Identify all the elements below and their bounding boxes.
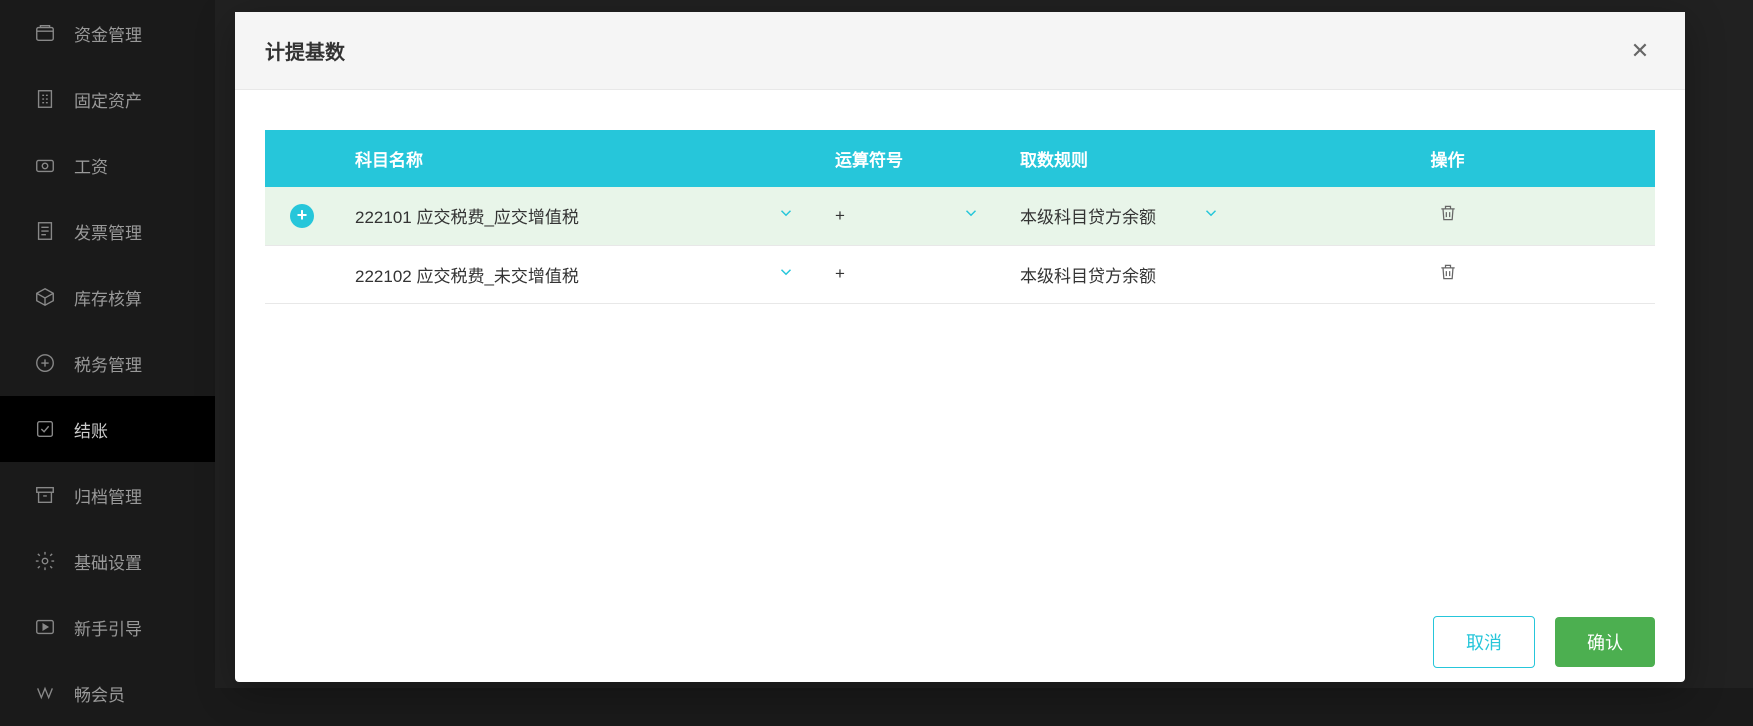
cell-operator[interactable]: + xyxy=(815,187,1000,245)
sidebar-item-invoice[interactable]: 发票管理 xyxy=(0,198,215,264)
header-action: 操作 xyxy=(1240,130,1655,187)
delete-row-button[interactable] xyxy=(1438,262,1458,282)
header-operator: 运算符号 xyxy=(815,130,1000,187)
chevron-down-icon[interactable] xyxy=(777,204,795,227)
header-subject: 科目名称 xyxy=(335,130,815,187)
building-icon xyxy=(34,88,56,110)
subject-value: 222101 应交税费_应交增值税 xyxy=(355,203,579,228)
cell-operator[interactable]: + xyxy=(815,245,1000,303)
close-button[interactable]: ✕ xyxy=(1625,36,1655,66)
cell-add xyxy=(265,245,335,303)
sidebar-item-assets[interactable]: 固定资产 xyxy=(0,66,215,132)
sidebar-label: 固定资产 xyxy=(74,87,142,112)
sidebar-item-archive[interactable]: 归档管理 xyxy=(0,462,215,528)
sidebar-label: 库存核算 xyxy=(74,285,142,310)
chevron-down-icon[interactable] xyxy=(777,263,795,286)
sidebar-label: 归档管理 xyxy=(74,483,142,508)
tax-icon xyxy=(34,352,56,374)
sidebar-item-guide[interactable]: 新手引导 xyxy=(0,594,215,660)
cell-add: + xyxy=(265,187,335,245)
table-header-row: 科目名称 运算符号 取数规则 操作 xyxy=(265,130,1655,187)
modal-header: 计提基数 ✕ xyxy=(235,12,1685,90)
sidebar-label: 资金管理 xyxy=(74,21,142,46)
base-table: 科目名称 运算符号 取数规则 操作 +222101 应交税费_应交增值税 + 本级科… xyxy=(265,130,1655,304)
modal-body: 科目名称 运算符号 取数规则 操作 +222101 应交税费_应交增值税 + 本级科… xyxy=(235,90,1685,602)
sidebar: 资金管理 固定资产 工资 发票管理 库存核算 税务管理 结账 xyxy=(0,0,215,688)
wallet-icon xyxy=(34,22,56,44)
sidebar-item-inventory[interactable]: 库存核算 xyxy=(0,264,215,330)
sidebar-label: 畅会员 xyxy=(74,681,125,706)
rule-value: 本级科目贷方余额 xyxy=(1020,262,1156,287)
sidebar-label: 工资 xyxy=(74,153,108,178)
chevron-down-icon[interactable] xyxy=(1202,204,1220,227)
cell-action xyxy=(1240,245,1655,303)
confirm-button[interactable]: 确认 xyxy=(1555,617,1655,667)
sidebar-label: 税务管理 xyxy=(74,351,142,376)
sidebar-label: 发票管理 xyxy=(74,219,142,244)
table-row: 222102 应交税费_未交增值税 + 本级科目贷方余额 xyxy=(265,245,1655,303)
checkout-icon xyxy=(34,418,56,440)
sidebar-item-funds[interactable]: 资金管理 xyxy=(0,0,215,66)
sidebar-item-tax[interactable]: 税务管理 xyxy=(0,330,215,396)
sidebar-label: 基础设置 xyxy=(74,549,142,574)
header-rule: 取数规则 xyxy=(1000,130,1240,187)
sidebar-item-vip[interactable]: 畅会员 xyxy=(0,660,215,726)
money-icon xyxy=(34,154,56,176)
invoice-icon xyxy=(34,220,56,242)
sidebar-label: 结账 xyxy=(74,417,108,442)
close-icon: ✕ xyxy=(1631,38,1649,64)
header-add xyxy=(265,130,335,187)
chevron-down-icon[interactable] xyxy=(962,204,980,227)
cell-subject[interactable]: 222101 应交税费_应交增值税 xyxy=(335,187,815,245)
add-row-button[interactable]: + xyxy=(290,204,314,228)
cell-rule[interactable]: 本级科目贷方余额 xyxy=(1000,245,1240,303)
cell-rule[interactable]: 本级科目贷方余额 xyxy=(1000,187,1240,245)
cancel-button[interactable]: 取消 xyxy=(1433,616,1535,668)
cell-action xyxy=(1240,187,1655,245)
sidebar-label: 新手引导 xyxy=(74,615,142,640)
rule-value: 本级科目贷方余额 xyxy=(1020,203,1156,228)
sidebar-item-closing[interactable]: 结账 xyxy=(0,396,215,462)
table-row: +222101 应交税费_应交增值税 + 本级科目贷方余额 xyxy=(265,187,1655,245)
delete-row-button[interactable] xyxy=(1438,203,1458,223)
sidebar-item-settings[interactable]: 基础设置 xyxy=(0,528,215,594)
operator-value: + xyxy=(835,206,845,226)
archive-icon xyxy=(34,484,56,506)
operator-value: + xyxy=(835,264,845,284)
vip-icon xyxy=(34,682,56,704)
gear-icon xyxy=(34,550,56,572)
modal-footer: 取消 确认 xyxy=(235,602,1685,682)
subject-value: 222102 应交税费_未交增值税 xyxy=(355,262,579,287)
play-icon xyxy=(34,616,56,638)
modal: 计提基数 ✕ 科目名称 运算符号 取数规则 操作 +222101 应交税费_应交… xyxy=(235,12,1685,682)
modal-title: 计提基数 xyxy=(265,36,345,65)
box-icon xyxy=(34,286,56,308)
cell-subject[interactable]: 222102 应交税费_未交增值税 xyxy=(335,245,815,303)
sidebar-item-salary[interactable]: 工资 xyxy=(0,132,215,198)
